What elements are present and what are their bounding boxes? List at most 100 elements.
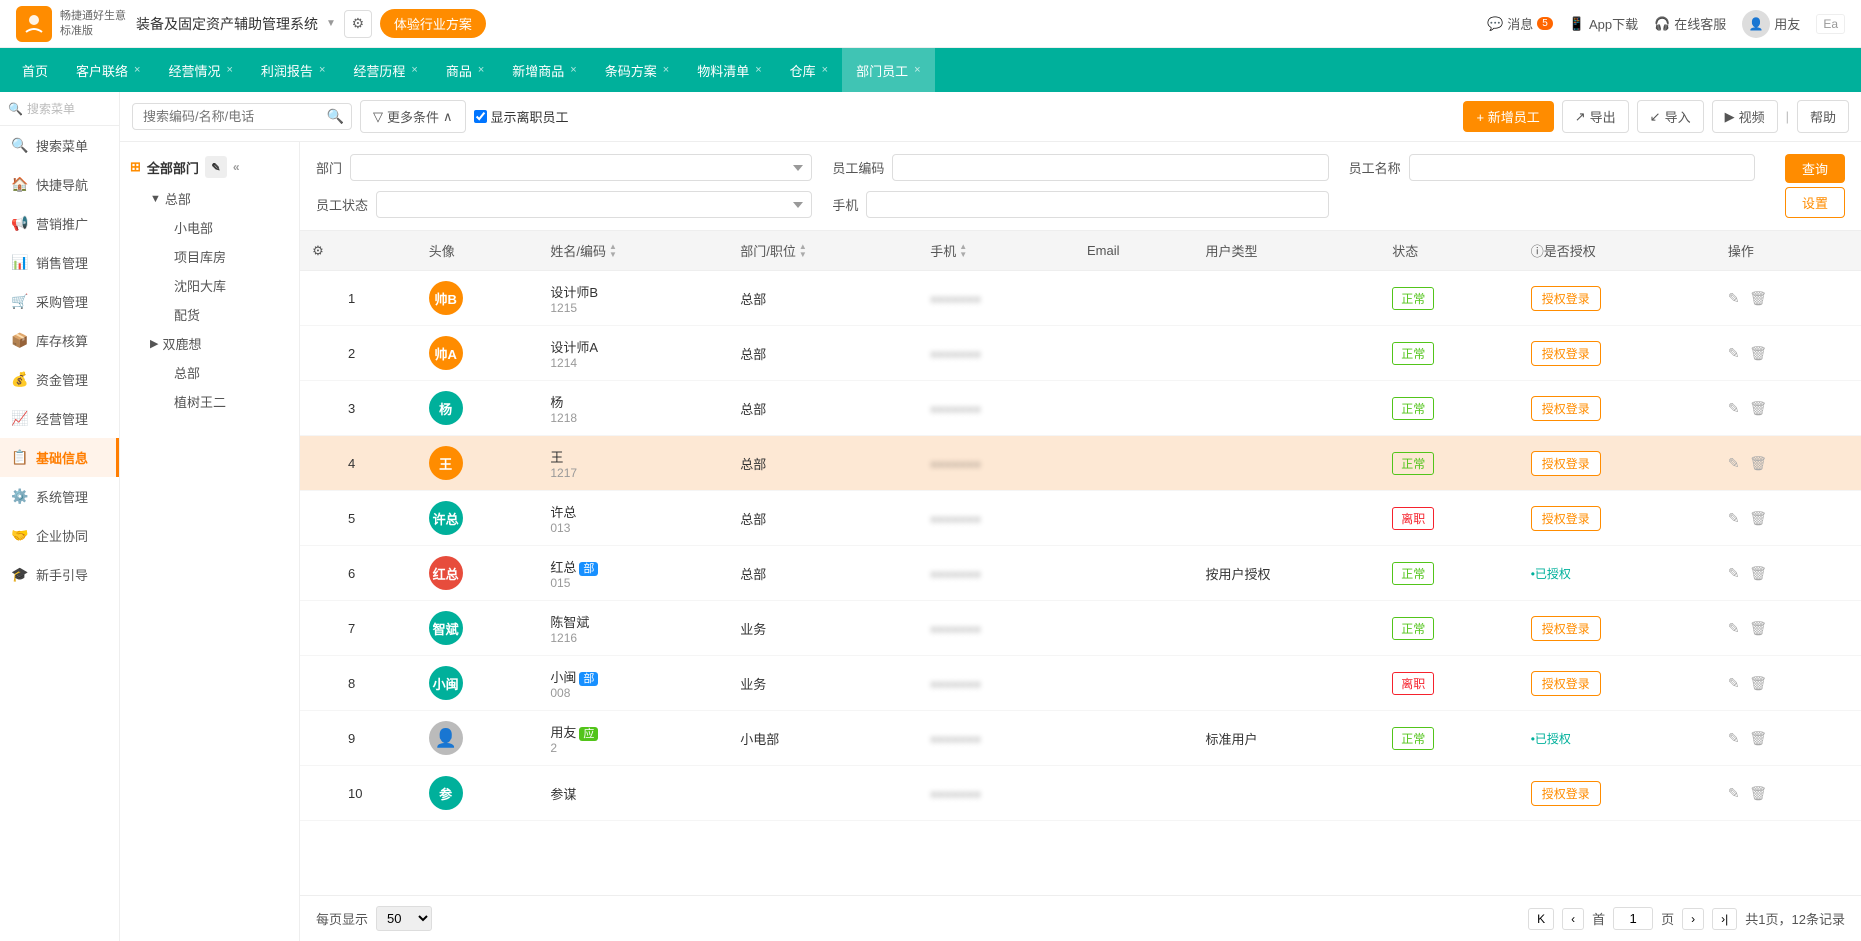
- dept-tree-item-总部[interactable]: ▼总部: [120, 184, 299, 213]
- import-button[interactable]: ↙ 导入: [1637, 100, 1704, 133]
- col-phone[interactable]: 手机 ▲▼: [918, 231, 1075, 271]
- nav-tab-经营历程[interactable]: 经营历程×: [339, 48, 431, 92]
- settings-gear-button[interactable]: ⚙: [344, 10, 372, 38]
- close-tab-icon[interactable]: ×: [570, 64, 576, 76]
- sidebar-item-营销推广[interactable]: 📢营销推广: [0, 204, 119, 243]
- all-dept-label[interactable]: 全部部门: [147, 158, 199, 177]
- dept-tree-item-小电部[interactable]: 小电部: [120, 213, 299, 242]
- edit-button[interactable]: ✎: [1728, 510, 1740, 526]
- emp-status-select[interactable]: [376, 191, 812, 218]
- more-conditions-button[interactable]: ▽ 更多条件 ∧: [360, 100, 466, 133]
- delete-button[interactable]: 🗑: [1749, 510, 1767, 526]
- close-tab-icon[interactable]: ×: [755, 64, 761, 76]
- show-resigned-checkbox[interactable]: [474, 110, 487, 123]
- edit-button[interactable]: ✎: [1728, 290, 1740, 306]
- delete-button[interactable]: 🗑: [1749, 565, 1767, 581]
- sidebar-item-库存核算[interactable]: 📦库存核算: [0, 321, 119, 360]
- sidebar-item-采购管理[interactable]: 🛒采购管理: [0, 282, 119, 321]
- auth-button[interactable]: 授权登录: [1531, 451, 1601, 476]
- next-page-button[interactable]: ›: [1682, 908, 1704, 930]
- per-page-select[interactable]: 50 100: [376, 906, 432, 931]
- view-button[interactable]: ▶ 视频: [1712, 100, 1778, 133]
- delete-button[interactable]: 🗑: [1749, 400, 1767, 416]
- nav-tab-首页[interactable]: 首页: [8, 48, 62, 92]
- last-page-button[interactable]: ›|: [1712, 908, 1737, 930]
- close-tab-icon[interactable]: ×: [134, 64, 140, 76]
- close-tab-icon[interactable]: ×: [822, 64, 828, 76]
- edit-button[interactable]: ✎: [1728, 345, 1740, 361]
- nav-tab-经营情况[interactable]: 经营情况×: [154, 48, 246, 92]
- sidebar-item-销售管理[interactable]: 📊销售管理: [0, 243, 119, 282]
- search-input[interactable]: [132, 103, 352, 130]
- close-tab-icon[interactable]: ×: [226, 64, 232, 76]
- close-tab-icon[interactable]: ×: [319, 64, 325, 76]
- system-dropdown-arrow[interactable]: ▼: [326, 18, 336, 29]
- nav-tab-商品[interactable]: 商品×: [432, 48, 498, 92]
- export-button[interactable]: ↗ 导出: [1562, 100, 1629, 133]
- sidebar-item-系统管理[interactable]: ⚙️系统管理: [0, 477, 119, 516]
- nav-tab-新增商品[interactable]: 新增商品×: [498, 48, 590, 92]
- app-download-button[interactable]: 📱 App下载: [1569, 14, 1638, 33]
- user-avatar[interactable]: 👤 用友: [1742, 10, 1800, 38]
- close-tab-icon[interactable]: ×: [411, 64, 417, 76]
- close-tab-icon[interactable]: ×: [914, 64, 920, 76]
- delete-button[interactable]: 🗑: [1749, 620, 1767, 636]
- auth-button[interactable]: 授权登录: [1531, 671, 1601, 696]
- dept-collapse-button[interactable]: «: [233, 160, 240, 174]
- delete-button[interactable]: 🗑: [1749, 455, 1767, 471]
- col-dept[interactable]: 部门/职位 ▲▼: [728, 231, 918, 271]
- sidebar-item-经营管理[interactable]: 📈经营管理: [0, 399, 119, 438]
- dept-tree-item-总部[interactable]: 总部: [120, 358, 299, 387]
- dept-tree-item-双鹿想[interactable]: ▶双鹿想: [120, 329, 299, 358]
- edit-button[interactable]: ✎: [1728, 565, 1740, 581]
- sidebar-item-基础信息[interactable]: 📋基础信息: [0, 438, 119, 477]
- experience-button[interactable]: 体验行业方案: [380, 9, 486, 38]
- delete-button[interactable]: 🗑: [1749, 345, 1767, 361]
- add-employee-button[interactable]: + 新增员工: [1463, 101, 1554, 132]
- sidebar-item-资金管理[interactable]: 💰资金管理: [0, 360, 119, 399]
- dept-tree-item-项目库房[interactable]: 项目库房: [120, 242, 299, 271]
- search-button[interactable]: 查询: [1785, 154, 1845, 183]
- auth-button[interactable]: 授权登录: [1531, 286, 1601, 311]
- set-button[interactable]: 设置: [1785, 187, 1845, 218]
- nav-tab-部门员工[interactable]: 部门员工×: [842, 48, 934, 92]
- emp-code-input[interactable]: [892, 154, 1328, 181]
- auth-button[interactable]: 授权登录: [1531, 506, 1601, 531]
- auth-button[interactable]: 授权登录: [1531, 781, 1601, 806]
- close-tab-icon[interactable]: ×: [663, 64, 669, 76]
- auth-button[interactable]: 授权登录: [1531, 341, 1601, 366]
- nav-tab-客户联络[interactable]: 客户联络×: [62, 48, 154, 92]
- message-button[interactable]: 💬 消息 5: [1487, 14, 1553, 33]
- show-resigned-checkbox-label[interactable]: 显示离职员工: [474, 107, 569, 126]
- delete-button[interactable]: 🗑: [1749, 730, 1767, 746]
- sidebar-item-搜索菜单[interactable]: 🔍搜索菜单: [0, 126, 119, 165]
- nav-tab-物料清单[interactable]: 物料清单×: [683, 48, 775, 92]
- close-tab-icon[interactable]: ×: [478, 64, 484, 76]
- emp-name-input[interactable]: [1409, 154, 1755, 181]
- edit-button[interactable]: ✎: [1728, 730, 1740, 746]
- auth-button[interactable]: 授权登录: [1531, 396, 1601, 421]
- edit-button[interactable]: ✎: [1728, 675, 1740, 691]
- page-number-input[interactable]: [1613, 907, 1653, 930]
- dept-tree-item-沈阳大库[interactable]: 沈阳大库: [120, 271, 299, 300]
- auth-button[interactable]: 授权登录: [1531, 616, 1601, 641]
- nav-tab-仓库[interactable]: 仓库×: [776, 48, 842, 92]
- first-page-button[interactable]: K: [1528, 908, 1554, 930]
- col-settings[interactable]: ⚙: [300, 231, 336, 271]
- sidebar-search[interactable]: 🔍 搜索菜单: [0, 92, 119, 126]
- edit-button[interactable]: ✎: [1728, 785, 1740, 801]
- edit-button[interactable]: ✎: [1728, 455, 1740, 471]
- sidebar-item-新手引导[interactable]: 🎓新手引导: [0, 555, 119, 594]
- sidebar-item-企业协同[interactable]: 🤝企业协同: [0, 516, 119, 555]
- phone-input[interactable]: [866, 191, 1328, 218]
- dept-tree-item-配货[interactable]: 配货: [120, 300, 299, 329]
- nav-tab-条码方案[interactable]: 条码方案×: [591, 48, 683, 92]
- edit-button[interactable]: ✎: [1728, 620, 1740, 636]
- dept-select[interactable]: [350, 154, 812, 181]
- nav-tab-利润报告[interactable]: 利润报告×: [247, 48, 339, 92]
- delete-button[interactable]: 🗑: [1749, 290, 1767, 306]
- sidebar-item-快捷导航[interactable]: 🏠快捷导航: [0, 165, 119, 204]
- help-button[interactable]: 帮助: [1797, 100, 1849, 133]
- delete-button[interactable]: 🗑: [1749, 675, 1767, 691]
- col-name[interactable]: 姓名/编码 ▲▼: [538, 231, 728, 271]
